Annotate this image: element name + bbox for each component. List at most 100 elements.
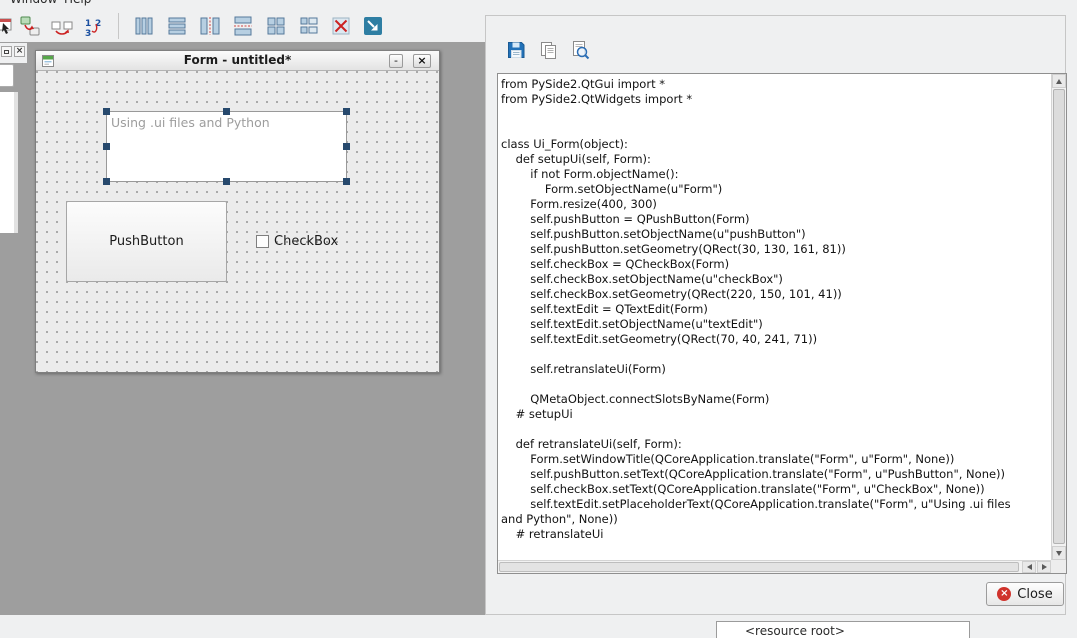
code-editor[interactable]: from PySide2.QtGui import *from PySide2.… xyxy=(497,73,1067,574)
widget-box-list[interactable] xyxy=(0,92,14,233)
edit-signals-slots-button[interactable] xyxy=(18,14,42,38)
code-line: and Python", None)) xyxy=(501,512,1051,527)
qt-designer-app: 1 2 3 xyxy=(0,0,1077,638)
selection-handle[interactable] xyxy=(343,108,350,115)
layout-form-button[interactable] xyxy=(297,14,321,38)
break-layout-button[interactable] xyxy=(329,14,353,38)
form-close-button[interactable]: × xyxy=(413,54,431,68)
edit-widgets-button[interactable] xyxy=(0,14,16,38)
scrollbar-corner xyxy=(1051,560,1066,573)
code-line xyxy=(501,107,1051,122)
close-circle-icon: × xyxy=(997,587,1011,601)
edit-widgets-icon xyxy=(0,15,15,37)
selection-handle[interactable] xyxy=(103,108,110,115)
scroll-up-button[interactable] xyxy=(1052,74,1066,88)
layout-horizontally-splitter-icon xyxy=(199,15,221,37)
code-line: if not Form.objectName(): xyxy=(501,167,1051,182)
code-line: self.textEdit.setGeometry(QRect(70, 40, … xyxy=(501,332,1051,347)
float-icon xyxy=(4,50,9,54)
svg-text:1: 1 xyxy=(85,19,91,29)
form-canvas[interactable]: Using .ui files and Python PushButton Ch… xyxy=(36,71,439,372)
layout-horizontally-splitter-button[interactable] xyxy=(198,14,222,38)
scroll-left-button[interactable] xyxy=(1022,561,1036,573)
edit-tab-order-icon: 1 2 3 xyxy=(83,15,105,37)
code-line: Form.setObjectName(u"Form") xyxy=(501,182,1051,197)
widget-box-filter-input[interactable] xyxy=(0,64,14,87)
vertical-scrollbar[interactable] xyxy=(1051,74,1066,560)
code-line: QMetaObject.connectSlotsByName(Form) xyxy=(501,392,1051,407)
layout-vertically-splitter-icon xyxy=(232,15,254,37)
code-line: self.pushButton = QPushButton(Form) xyxy=(501,212,1051,227)
edit-buddies-icon xyxy=(51,15,73,37)
textedit-widget[interactable]: Using .ui files and Python xyxy=(106,111,347,182)
layout-horizontally-icon xyxy=(133,15,155,37)
selection-handle[interactable] xyxy=(343,178,350,185)
find-icon xyxy=(569,39,591,61)
dock-close-button[interactable]: × xyxy=(14,46,25,57)
widget-box-dock-header: × xyxy=(0,43,27,63)
scroll-right-button[interactable] xyxy=(1037,561,1051,573)
copy-button[interactable] xyxy=(536,38,560,62)
selection-handle[interactable] xyxy=(343,143,350,150)
form-minimize-button[interactable]: - xyxy=(389,54,403,68)
edit-buddies-button[interactable] xyxy=(50,14,74,38)
code-line: from PySide2.QtWidgets import * xyxy=(501,92,1051,107)
checkbox-indicator xyxy=(256,235,269,248)
menu-help[interactable]: Help xyxy=(64,0,91,6)
code-line: # setupUi xyxy=(501,407,1051,422)
break-layout-icon xyxy=(330,15,352,37)
code-line: self.textEdit.setObjectName(u"textEdit") xyxy=(501,317,1051,332)
save-icon xyxy=(505,39,527,61)
widget-box-scrollbar[interactable] xyxy=(14,92,18,233)
code-line: self.textEdit.setPlaceholderText(QCoreAp… xyxy=(501,497,1051,512)
save-button[interactable] xyxy=(504,38,528,62)
code-line xyxy=(501,422,1051,437)
menu-window[interactable]: Window xyxy=(10,0,57,6)
selection-handle[interactable] xyxy=(223,108,230,115)
arrow-left-icon xyxy=(1027,564,1032,570)
layout-vertically-icon xyxy=(166,15,188,37)
toolbar-separator xyxy=(118,13,119,39)
code-line: def setupUi(self, Form): xyxy=(501,152,1051,167)
resource-browser[interactable]: <resource root> xyxy=(716,621,970,638)
layout-vertically-splitter-button[interactable] xyxy=(231,14,255,38)
scroll-down-button[interactable] xyxy=(1052,546,1066,560)
code-line: Form.resize(400, 300) xyxy=(501,197,1051,212)
code-line xyxy=(501,377,1051,392)
vertical-scrollbar-thumb[interactable] xyxy=(1053,89,1065,544)
close-icon: × xyxy=(16,47,24,56)
arrow-right-icon xyxy=(1042,564,1047,570)
layout-form-icon xyxy=(298,15,320,37)
selection-handle[interactable] xyxy=(103,178,110,185)
find-button[interactable] xyxy=(568,38,592,62)
code-line: def retranslateUi(self, Form): xyxy=(501,437,1051,452)
adjust-size-button[interactable] xyxy=(361,14,385,38)
svg-text:3: 3 xyxy=(85,29,91,37)
dock-float-button[interactable] xyxy=(1,46,12,57)
pushbutton-widget[interactable]: PushButton xyxy=(66,201,227,282)
code-line: self.textEdit = QTextEdit(Form) xyxy=(501,302,1051,317)
dialog-close-button[interactable]: × Close xyxy=(986,582,1064,606)
selection-handle[interactable] xyxy=(223,178,230,185)
close-button-label: Close xyxy=(1017,587,1052,602)
edit-signals-slots-icon xyxy=(19,15,41,37)
layout-horizontally-button[interactable] xyxy=(132,14,156,38)
code-line: self.checkBox.setGeometry(QRect(220, 150… xyxy=(501,287,1051,302)
edit-tab-order-button[interactable]: 1 2 3 xyxy=(82,14,106,38)
horizontal-scrollbar[interactable] xyxy=(498,560,1051,573)
checkbox-widget[interactable]: CheckBox xyxy=(256,221,357,262)
horizontal-scrollbar-thumb[interactable] xyxy=(499,562,1019,572)
selection-handle[interactable] xyxy=(103,143,110,150)
form-editor-window: Form - untitled* - × Using .ui files and… xyxy=(35,50,440,373)
copy-icon xyxy=(537,39,559,61)
code-line: class Ui_Form(object): xyxy=(501,137,1051,152)
svg-text:2: 2 xyxy=(95,19,101,29)
code-text[interactable]: from PySide2.QtGui import *from PySide2.… xyxy=(498,74,1051,560)
code-line: self.pushButton.setText(QCoreApplication… xyxy=(501,467,1051,482)
code-line: self.pushButton.setObjectName(u"pushButt… xyxy=(501,227,1051,242)
layout-grid-button[interactable] xyxy=(264,14,288,38)
form-window-titlebar[interactable]: Form - untitled* - × xyxy=(36,51,439,71)
code-line: from PySide2.QtGui import * xyxy=(501,77,1051,92)
code-line: self.checkBox.setObjectName(u"checkBox") xyxy=(501,272,1051,287)
layout-vertically-button[interactable] xyxy=(165,14,189,38)
